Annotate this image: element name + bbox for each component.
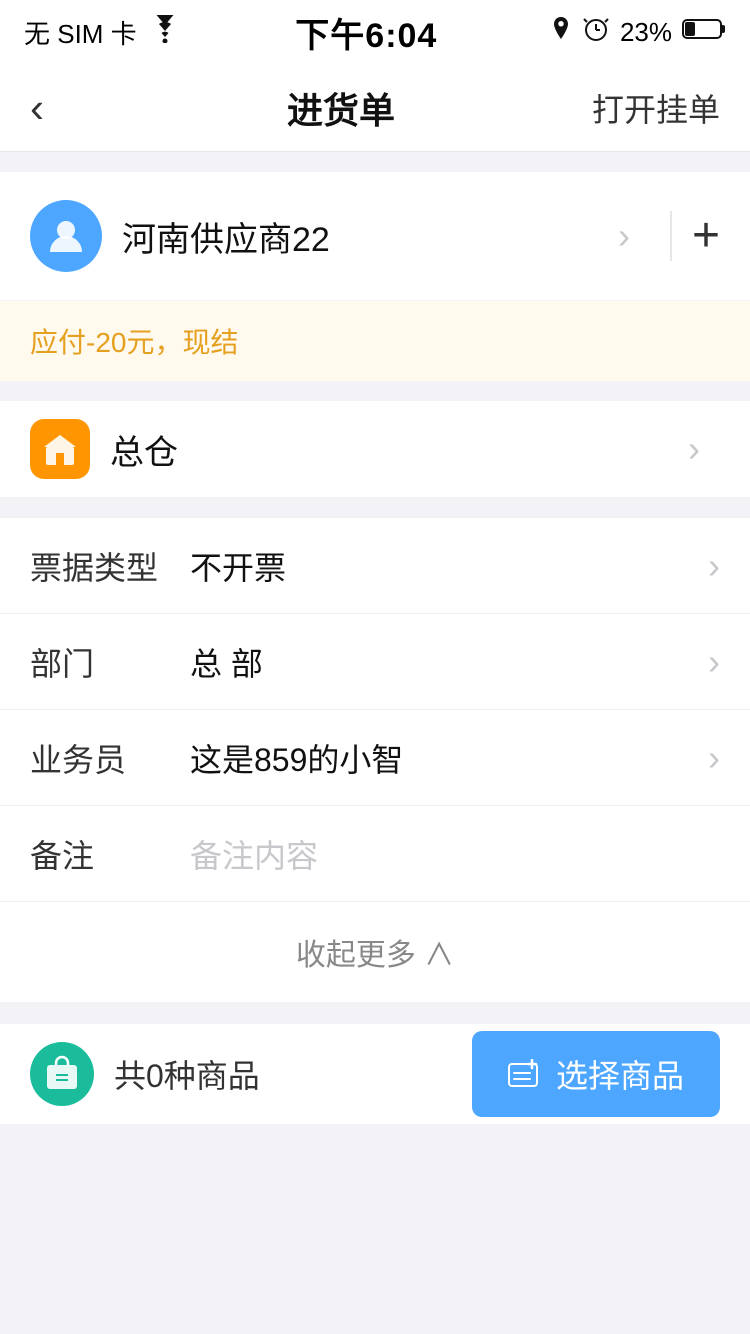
bottom-bar: 共0种商品 选择商品 (0, 1024, 750, 1124)
section-gap-1 (0, 152, 750, 172)
product-count: 共0种商品 (114, 1051, 472, 1097)
page-title: 进货单 (287, 82, 395, 134)
back-button[interactable]: ‹ (30, 84, 90, 132)
open-pending-button[interactable]: 打开挂单 (592, 85, 720, 131)
salesman-row[interactable]: 业务员 这是859的小智 › (0, 709, 750, 805)
battery-label: 23% (620, 17, 672, 48)
collapse-label: 收起更多 ∧ (296, 939, 454, 972)
warehouse-section: 总仓 › (0, 401, 750, 497)
status-time: 下午6:04 (295, 8, 437, 57)
notice-text: 应付-20元，现结 (30, 327, 238, 358)
select-product-label: 选择商品 (556, 1051, 684, 1097)
divider (670, 211, 672, 261)
supplier-name: 河南供应商22 (122, 212, 618, 261)
carrier-label: 无 SIM 卡 (24, 14, 137, 51)
invoice-type-arrow-icon: › (708, 545, 720, 587)
add-button[interactable]: + (692, 212, 720, 260)
salesman-value: 这是859的小智 (170, 735, 708, 781)
nav-bar: ‹ 进货单 打开挂单 (0, 64, 750, 152)
wifi-icon (147, 15, 183, 50)
section-gap-3 (0, 497, 750, 517)
section-gap-2 (0, 381, 750, 401)
supplier-avatar (30, 200, 102, 272)
supplier-section: 河南供应商22 › + 应付-20元，现结 (0, 172, 750, 381)
location-icon (550, 15, 572, 50)
supplier-row[interactable]: 河南供应商22 › + (0, 172, 750, 300)
invoice-type-row[interactable]: 票据类型 不开票 › (0, 517, 750, 613)
form-section: 票据类型 不开票 › 部门 总 部 › 业务员 这是859的小智 › 备注 备注… (0, 517, 750, 1002)
supplier-arrow-icon: › (618, 215, 630, 257)
notice-bar: 应付-20元，现结 (0, 300, 750, 381)
department-value: 总 部 (170, 639, 708, 685)
warehouse-arrow-icon: › (688, 428, 700, 470)
remark-label: 备注 (30, 831, 170, 877)
select-product-button[interactable]: 选择商品 (472, 1031, 720, 1117)
warehouse-row[interactable]: 总仓 › (0, 401, 750, 497)
product-icon (30, 1042, 94, 1106)
department-row[interactable]: 部门 总 部 › (0, 613, 750, 709)
collapse-row[interactable]: 收起更多 ∧ (0, 901, 750, 1002)
department-arrow-icon: › (708, 641, 720, 683)
alarm-icon (582, 15, 610, 50)
section-gap-4 (0, 1002, 750, 1022)
department-label: 部门 (30, 639, 170, 685)
salesman-label: 业务员 (30, 735, 170, 781)
invoice-type-value: 不开票 (170, 543, 708, 589)
warehouse-icon (30, 419, 90, 479)
remark-input[interactable]: 备注内容 (170, 831, 720, 877)
salesman-arrow-icon: › (708, 737, 720, 779)
remark-row[interactable]: 备注 备注内容 (0, 805, 750, 901)
warehouse-name: 总仓 (110, 425, 688, 474)
status-left: 无 SIM 卡 (24, 14, 183, 51)
battery-icon (682, 17, 726, 48)
invoice-type-label: 票据类型 (30, 543, 170, 589)
status-bar: 无 SIM 卡 下午6:04 (0, 0, 750, 64)
status-right: 23% (550, 15, 726, 50)
